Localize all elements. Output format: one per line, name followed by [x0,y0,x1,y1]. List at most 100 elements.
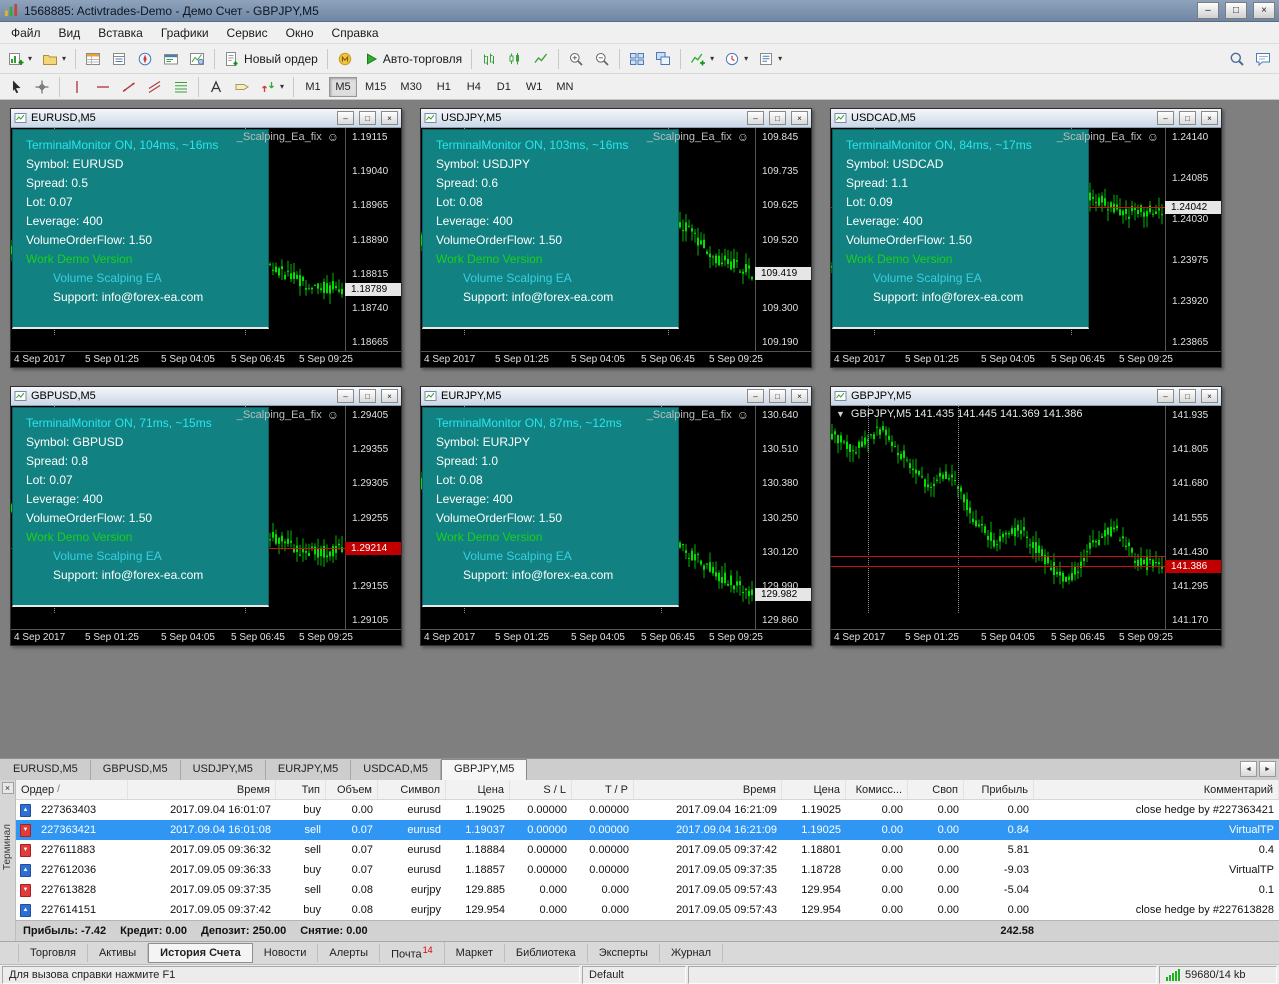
text-label-tool[interactable] [229,75,255,99]
column-header-2[interactable]: Время [128,780,276,799]
chart-maximize-button[interactable]: □ [1179,389,1196,403]
column-header-8[interactable]: T / P [572,780,634,799]
history-row-4[interactable]: ▲ 227612036 2017.09.05 09:36:33 buy 0.07 euru… [16,860,1279,880]
timeframe-h4[interactable]: H4 [460,77,488,97]
chart-minimize-button[interactable]: – [1157,389,1174,403]
strategy-tester-button[interactable] [184,47,210,71]
menu-item-5[interactable]: Сервис [218,24,277,42]
arrows-tool[interactable]: ▾ [255,75,289,99]
column-header-11[interactable]: Комисс... [846,780,908,799]
tile-windows-button[interactable] [624,47,650,71]
vertical-line-tool[interactable] [64,75,90,99]
price-scale[interactable]: 141.935 141.805 141.680 141.555 141.430 141.2… [1165,406,1221,629]
bars-chart-button[interactable] [476,47,502,71]
timeframe-m1[interactable]: M1 [299,77,327,97]
chart-close-button[interactable]: × [1201,111,1218,125]
chart-minimize-button[interactable]: – [337,389,354,403]
time-scale[interactable]: 4 Sep 2017 5 Sep 01:25 5 Sep 04:05 5 Sep 06… [831,629,1221,645]
price-scale[interactable]: 1.24140 1.24085 1.24030 1.23975 1.23920 1.238… [1165,128,1221,351]
time-scale[interactable]: 4 Sep 2017 5 Sep 01:25 5 Sep 04:05 5 Sep 06… [11,629,401,645]
zoom-in-button[interactable] [563,47,589,71]
terminal-tab-Новости[interactable]: Новости [253,943,319,962]
fibonacci-tool[interactable] [168,75,194,99]
window-maximize-button[interactable]: □ [1225,2,1247,19]
column-header-14[interactable]: Комментарий [1034,780,1279,799]
chart-tab-USDCAD,M5[interactable]: USDCAD,M5 [351,760,442,780]
chart-maximize-button[interactable]: □ [769,111,786,125]
new-order-button[interactable]: Новый ордер [219,47,323,71]
time-scale[interactable]: 4 Sep 2017 5 Sep 01:25 5 Sep 04:05 5 Sep 06… [421,629,811,645]
price-scale[interactable]: 1.294051.293551.293051.292551.292051.291… [345,406,401,629]
price-scale[interactable]: 109.845109.735109.625109.520109.410109.3… [755,128,811,351]
column-header-5[interactable]: Символ [378,780,446,799]
timeframe-m15[interactable]: M15 [359,77,392,97]
menu-item-2[interactable]: Вид [50,24,90,42]
chart-canvas[interactable]: TerminalMonitor ON, 104ms, ~16ms Symbol: … [11,128,401,367]
chart-tab-USDJPY,M5[interactable]: USDJPY,M5 [181,760,266,780]
chart-close-button[interactable]: × [381,389,398,403]
zoom-out-button[interactable] [589,47,615,71]
autotrading-button[interactable]: Авто-торговля [358,47,467,71]
profiles-button[interactable]: ▾ [37,47,71,71]
terminal-button[interactable] [158,47,184,71]
chart-close-button[interactable]: × [791,111,808,125]
chart-tab-EURUSD,M5[interactable]: EURUSD,M5 [1,760,91,780]
terminal-tab-Журнал[interactable]: Журнал [660,943,724,962]
terminal-tab-Активы[interactable]: Активы [88,943,149,962]
indicators-button[interactable]: ▾ [685,47,719,71]
chart-canvas[interactable]: TerminalMonitor ON, 87ms, ~12ms Symbol: E… [421,406,811,645]
chart-minimize-button[interactable]: – [747,389,764,403]
chart-minimize-button[interactable]: – [1157,111,1174,125]
column-header-1[interactable]: Ордер / [16,780,128,799]
search-button[interactable] [1224,47,1250,71]
timeframe-h1[interactable]: H1 [430,77,458,97]
terminal-tab-Алерты[interactable]: Алерты [318,943,381,962]
scroll-left-button[interactable]: ◄ [1240,761,1257,777]
menu-item-6[interactable]: Окно [277,24,323,42]
chart-titlebar[interactable]: GBPUSD,M5 – □ × [11,387,401,406]
market-watch-button[interactable] [80,47,106,71]
window-close-button[interactable]: × [1253,2,1275,19]
history-row-3[interactable]: ▼ 227611883 2017.09.05 09:36:32 sell 0.07 eur… [16,840,1279,860]
terminal-close-button[interactable]: × [1,782,14,794]
chart-canvas[interactable]: TerminalMonitor ON, 71ms, ~15ms Symbol: G… [11,406,401,645]
navigator-button[interactable] [132,47,158,71]
scroll-right-button[interactable]: ► [1259,761,1276,777]
chart-tab-GBPJPY,M5[interactable]: GBPJPY,M5 [441,759,528,780]
arrange-windows-button[interactable] [650,47,676,71]
menu-item-3[interactable]: Вставка [89,24,152,42]
candlestick-chart-button[interactable] [502,47,528,71]
chart-canvas[interactable]: TerminalMonitor ON, 84ms, ~17ms Symbol: U… [831,128,1221,367]
metaeditor-button[interactable] [332,47,358,71]
column-header-10[interactable]: Цена [782,780,846,799]
timeframe-m5[interactable]: M5 [329,76,358,97]
data-window-button[interactable] [106,47,132,71]
chat-button[interactable] [1250,47,1276,71]
menu-item-4[interactable]: Графики [152,24,218,42]
chart-tab-GBPUSD,M5[interactable]: GBPUSD,M5 [91,760,181,780]
new-chart-button[interactable]: ▾ [3,47,37,71]
periods-button[interactable]: ▾ [719,47,753,71]
chart-minimize-button[interactable]: – [747,111,764,125]
column-header-13[interactable]: Прибыль [964,780,1034,799]
timeframe-mn[interactable]: MN [550,77,579,97]
chart-canvas[interactable]: ▼ GBPJPY,M5 141.435 141.445 141.369 141.3… [831,406,1221,645]
terminal-tab-Маркет[interactable]: Маркет [445,943,505,962]
chart-tab-EURJPY,M5[interactable]: EURJPY,M5 [266,760,352,780]
column-header-9[interactable]: Время [634,780,782,799]
terminal-tab-Почта[interactable]: Почта14 [380,942,445,964]
chart-titlebar[interactable]: EURUSD,M5 – □ × [11,109,401,128]
templates-button[interactable]: ▾ [753,47,787,71]
timeframe-m30[interactable]: M30 [394,77,427,97]
status-profile[interactable]: Default [582,966,686,984]
channel-tool[interactable] [142,75,168,99]
history-row-1[interactable]: ▲ 227363403 2017.09.04 16:01:07 buy 0.00 euru… [16,800,1279,820]
history-row-5[interactable]: ▼ 227613828 2017.09.05 09:37:35 sell 0.08 eur… [16,880,1279,900]
terminal-tab-Торговля[interactable]: Торговля [18,943,88,962]
terminal-tab-Эксперты[interactable]: Эксперты [588,943,660,962]
window-minimize-button[interactable]: – [1197,2,1219,19]
column-header-4[interactable]: Объем [326,780,378,799]
column-header-6[interactable]: Цена [446,780,510,799]
chart-maximize-button[interactable]: □ [359,389,376,403]
column-header-7[interactable]: S / L [510,780,572,799]
